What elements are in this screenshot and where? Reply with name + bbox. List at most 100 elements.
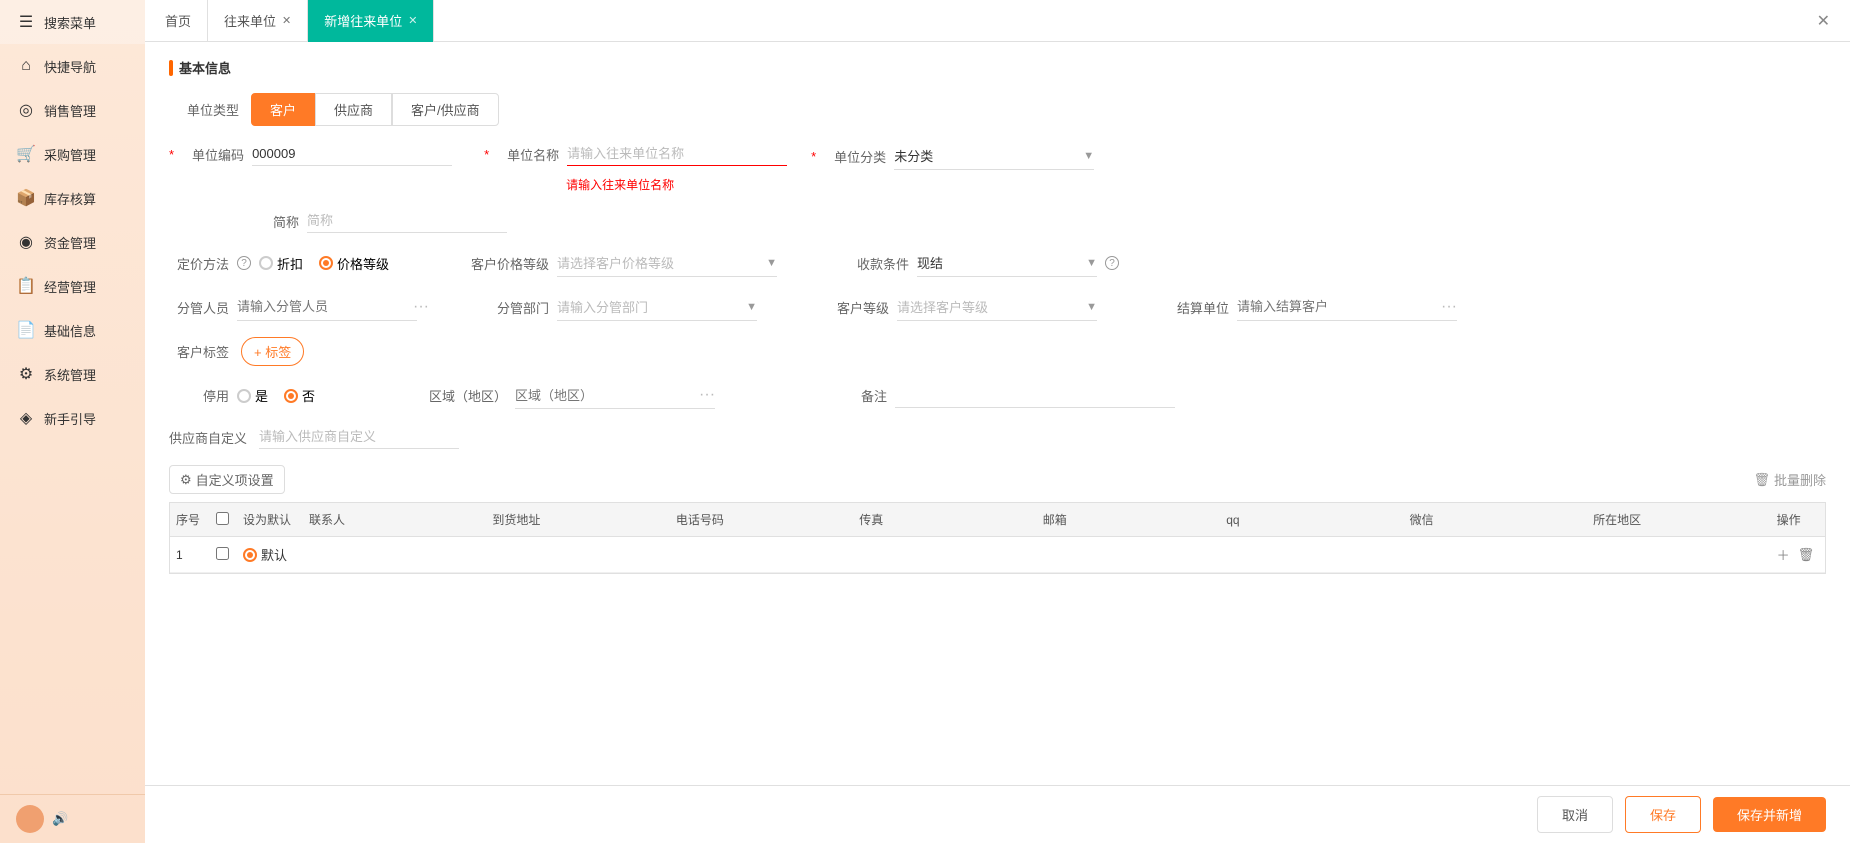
tab-home[interactable]: 首页 <box>149 0 208 42</box>
row-region-input[interactable] <box>1593 548 1764 562</box>
pricing-row: 定价方法 ? 折扣 价格等级 客户价格等级 请选择客户价格等级 <box>169 249 1826 277</box>
unit-code-input[interactable] <box>252 142 452 166</box>
operation-icon: 📋 <box>16 276 36 296</box>
contact-input[interactable] <box>309 548 480 562</box>
unit-category-select[interactable]: 未分类 ▼ <box>894 142 1094 170</box>
cell-wechat[interactable] <box>1404 537 1587 573</box>
col-region: 所在地区 <box>1587 503 1770 537</box>
save-add-button[interactable]: 保存并新增 <box>1713 797 1826 832</box>
manager-dots-button[interactable]: ··· <box>413 298 429 316</box>
custom-settings-button[interactable]: ⚙ 自定义项设置 <box>169 465 285 494</box>
chevron-down-icon: ▼ <box>1083 150 1094 162</box>
sidebar-item-finance[interactable]: ◉ 资金管理 <box>0 220 145 264</box>
sidebar-item-label: 系统管理 <box>44 365 96 384</box>
sidebar-item-label: 经营管理 <box>44 277 96 296</box>
col-phone: 电话号码 <box>670 503 853 537</box>
sidebar-item-inventory[interactable]: 📦 库存核算 <box>0 176 145 220</box>
payment-question-icon[interactable]: ? <box>1105 256 1119 270</box>
email-input[interactable] <box>1043 548 1214 562</box>
delete-row-button[interactable]: 🗑 <box>1798 547 1815 563</box>
cell-phone[interactable] <box>670 537 853 573</box>
customer-level-select[interactable]: 请选择客户等级 ▼ <box>897 293 1097 321</box>
settlement-label: 结算单位 <box>1169 298 1229 317</box>
guide-icon: ◈ <box>16 408 36 428</box>
region-dots-button[interactable]: ··· <box>699 386 715 404</box>
sidebar-item-search[interactable]: ☰ 搜索菜单 <box>0 0 145 44</box>
tab-contacts[interactable]: 往来单位 ✕ <box>208 0 308 42</box>
tab-contacts-close-icon[interactable]: ✕ <box>282 14 291 27</box>
settlement-input[interactable] <box>1237 299 1441 314</box>
radio-no[interactable]: 否 <box>284 386 315 405</box>
tab-new-contact-close-icon[interactable]: ✕ <box>408 14 417 27</box>
cell-contact[interactable] <box>303 537 486 573</box>
fax-input[interactable] <box>859 548 1030 562</box>
sidebar-item-quicknav[interactable]: ⌂ 快捷导航 <box>0 44 145 88</box>
pricing-question-icon[interactable]: ? <box>237 256 251 270</box>
contacts-table: 序号 设为默认 联系人 到货地址 电话号码 传真 邮箱 qq 微信 所在地区 操… <box>169 502 1826 574</box>
type-btn-supplier[interactable]: 供应商 <box>315 93 392 126</box>
cell-default: 默认 <box>237 537 303 573</box>
chevron-down-icon5: ▼ <box>1086 301 1097 313</box>
sidebar-item-operation[interactable]: 📋 经营管理 <box>0 264 145 308</box>
payment-terms-select[interactable]: 现结 ▼ <box>917 249 1097 277</box>
close-all-tabs-button[interactable]: ✕ <box>1809 11 1838 31</box>
wechat-input[interactable] <box>1410 548 1581 562</box>
row-checkbox[interactable] <box>216 547 229 560</box>
manager-input[interactable] <box>237 299 413 314</box>
address-input[interactable] <box>492 548 663 562</box>
cell-fax[interactable] <box>853 537 1036 573</box>
sidebar-item-sales[interactable]: ◎ 销售管理 <box>0 88 145 132</box>
sidebar-item-purchase[interactable]: 🛒 采购管理 <box>0 132 145 176</box>
manager-label: 分管人员 <box>169 298 229 317</box>
region-input[interactable] <box>515 388 699 403</box>
qq-input[interactable] <box>1226 548 1397 562</box>
type-btn-both[interactable]: 客户/供应商 <box>392 93 499 126</box>
sidebar-item-system[interactable]: ⚙ 系统管理 <box>0 352 145 396</box>
cell-email[interactable] <box>1037 537 1220 573</box>
sidebar-item-label: 销售管理 <box>44 101 96 120</box>
add-tag-button[interactable]: + 标签 <box>241 337 304 366</box>
select-all-checkbox[interactable] <box>216 512 229 525</box>
sales-icon: ◎ <box>16 100 36 120</box>
customer-level-field: 客户等级 请选择客户等级 ▼ <box>829 293 1097 321</box>
sidebar-item-label: 采购管理 <box>44 145 96 164</box>
unit-name-input[interactable] <box>567 142 787 166</box>
pricing-method-label: 定价方法 <box>169 254 229 273</box>
sidebar-item-basicinfo[interactable]: 📄 基础信息 <box>0 308 145 352</box>
radio-yes[interactable]: 是 <box>237 386 268 405</box>
cell-address[interactable] <box>486 537 669 573</box>
short-name-input[interactable] <box>307 209 507 233</box>
row-default-radio[interactable]: 默认 <box>243 545 297 564</box>
batch-delete-button[interactable]: 🗑 批量删除 <box>1753 470 1826 489</box>
radio-discount[interactable]: 折扣 <box>259 254 303 273</box>
unit-category-label: 单位分类 <box>826 147 886 166</box>
customer-price-field: 客户价格等级 请选择客户价格等级 ▼ <box>469 249 777 277</box>
form-footer: 取消 保存 保存并新增 <box>145 785 1850 843</box>
short-name-field: 简称 <box>239 209 507 233</box>
chevron-down-icon3: ▼ <box>1086 257 1097 269</box>
supplier-custom-input[interactable] <box>259 425 459 449</box>
radio-yes-label: 是 <box>255 386 268 405</box>
tab-new-contact[interactable]: 新增往来单位 ✕ <box>308 0 434 42</box>
cell-qq[interactable] <box>1220 537 1403 573</box>
chevron-down-icon2: ▼ <box>766 257 777 269</box>
unit-name-label: 单位名称 <box>499 145 559 164</box>
save-button[interactable]: 保存 <box>1625 796 1701 833</box>
short-name-label: 简称 <box>239 212 299 231</box>
add-row-button[interactable]: ＋ <box>1777 545 1790 564</box>
col-address: 到货地址 <box>486 503 669 537</box>
customer-level-placeholder: 请选择客户等级 <box>897 297 988 316</box>
settlement-dots-button[interactable]: ··· <box>1441 298 1457 316</box>
radio-price-level[interactable]: 价格等级 <box>319 254 389 273</box>
notes-input[interactable] <box>895 384 1175 408</box>
cancel-button[interactable]: 取消 <box>1537 796 1613 833</box>
tab-new-contact-label: 新增往来单位 <box>324 11 402 30</box>
customer-price-select[interactable]: 请选择客户价格等级 ▼ <box>557 249 777 277</box>
cell-region[interactable] <box>1587 537 1770 573</box>
sidebar-item-guide[interactable]: ◈ 新手引导 <box>0 396 145 440</box>
type-btn-customer[interactable]: 客户 <box>251 93 315 126</box>
department-select[interactable]: 请输入分管部门 ▼ <box>557 293 757 321</box>
phone-input[interactable] <box>676 548 847 562</box>
disabled-row: 停用 是 否 区域（地区） ··· <box>169 382 1826 409</box>
radio-discount-label: 折扣 <box>277 254 303 273</box>
